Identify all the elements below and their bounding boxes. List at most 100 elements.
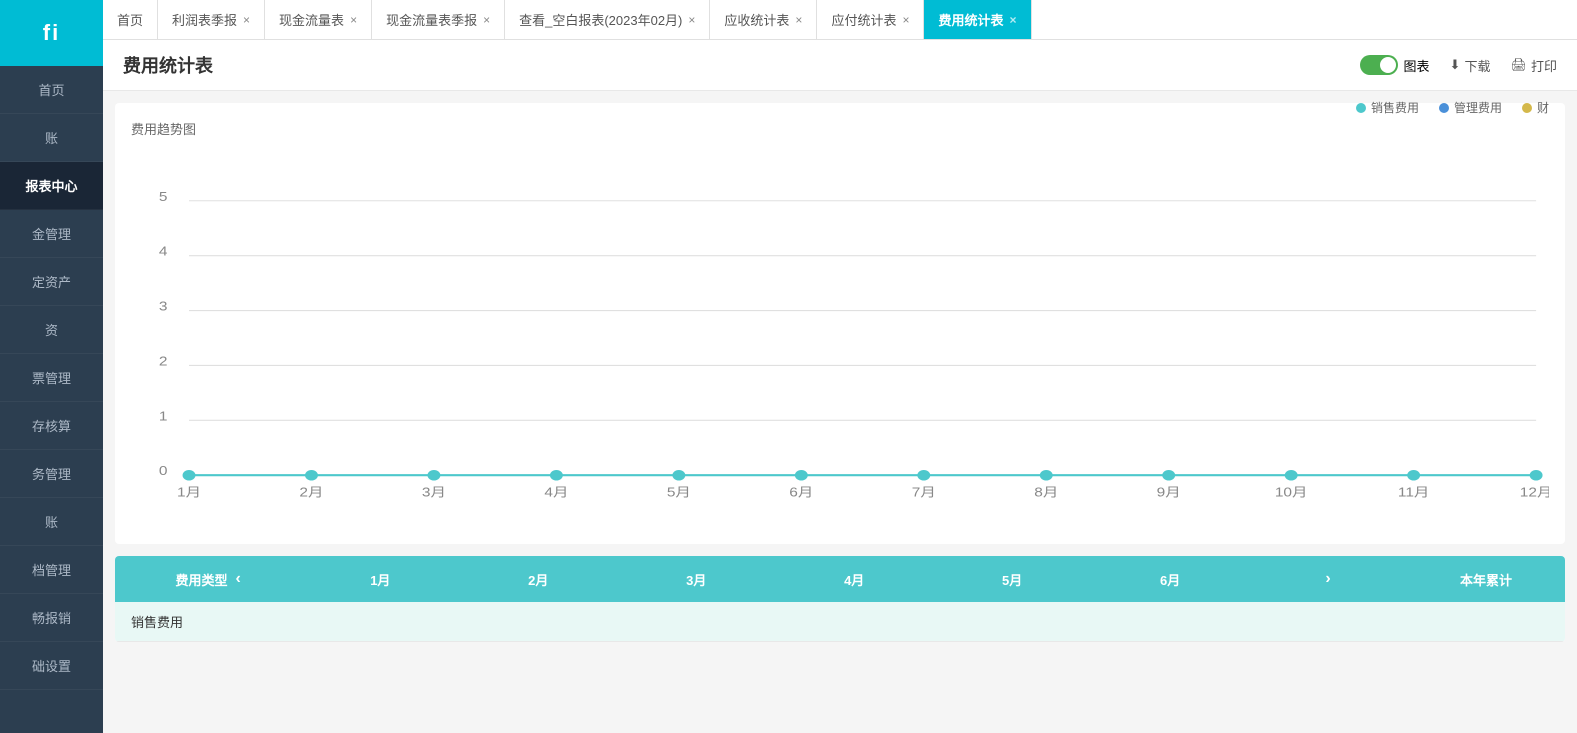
sidebar-item-settings[interactable]: 础设置 — [0, 642, 103, 690]
content-area: 费用统计表 图表 ⬇ 下载 🖨 打印 费用趋势图 — [103, 40, 1577, 733]
svg-text:7月: 7月 — [912, 485, 936, 499]
tab-home[interactable]: 首页 — [103, 0, 158, 40]
chart-legend: 销售费用 管理费用 财 — [1356, 99, 1549, 116]
tab-profit-quarterly[interactable]: 利润表季报 × — [158, 0, 265, 40]
td-sales-type: 销售费用 — [115, 612, 308, 631]
sidebar-item-sales[interactable]: 畅报销 — [0, 594, 103, 642]
tab-receivable-label: 应收统计表 — [724, 10, 789, 29]
sidebar-item-capital[interactable]: 资 — [0, 306, 103, 354]
th-nav-next[interactable]: › — [1249, 570, 1407, 588]
tab-cashflow-label: 现金流量表 — [279, 10, 344, 29]
legend-finance-dot — [1522, 103, 1532, 113]
tab-home-label: 首页 — [117, 10, 143, 29]
tab-view-blank-close[interactable]: × — [688, 13, 695, 27]
sidebar-item-archive-mgmt[interactable]: 档管理 — [0, 546, 103, 594]
tab-receivable-close[interactable]: × — [795, 13, 802, 27]
tab-expense[interactable]: 费用统计表 × — [924, 0, 1031, 40]
tab-cashflow-quarterly-label: 现金流量表季报 — [386, 10, 477, 29]
tab-expense-label: 费用统计表 — [938, 10, 1003, 29]
sidebar-item-report-center[interactable]: 报表中心 — [0, 162, 103, 210]
print-label: 打印 — [1531, 56, 1557, 75]
th-nav-prev[interactable]: ‹ — [236, 570, 241, 588]
nav-next-arrow[interactable]: › — [1325, 570, 1330, 587]
legend-mgmt-label: 管理费用 — [1454, 99, 1502, 116]
tab-cashflow-close[interactable]: × — [350, 13, 357, 27]
line-chart-svg: 0 1 2 3 4 5 — [131, 148, 1549, 528]
tab-cashflow-quarterly-close[interactable]: × — [483, 13, 490, 27]
tab-payable-close[interactable]: × — [902, 13, 909, 27]
legend-finance-label: 财 — [1537, 99, 1549, 116]
page-header: 费用统计表 图表 ⬇ 下载 🖨 打印 — [103, 40, 1577, 91]
svg-text:1月: 1月 — [177, 485, 201, 499]
th-month-6: 6月 — [1091, 570, 1249, 589]
tab-payable[interactable]: 应付统计表 × — [817, 0, 924, 40]
svg-text:3: 3 — [159, 299, 168, 313]
chart-title: 费用趋势图 — [131, 119, 196, 138]
tab-view-blank-label: 查看_空白报表(2023年02月) — [519, 10, 682, 29]
th-month-5: 5月 — [933, 570, 1091, 589]
th-month-1: 1月 — [301, 570, 459, 589]
sidebar-item-service-mgmt[interactable]: 务管理 — [0, 450, 103, 498]
svg-text:12月: 12月 — [1520, 485, 1549, 499]
tab-expense-close[interactable]: × — [1009, 13, 1016, 27]
table-header: 费用类型 ‹ 1月 2月 3月 4月 5月 6月 › 本年累计 — [115, 556, 1565, 602]
tab-profit-quarterly-close[interactable]: × — [243, 13, 250, 27]
legend-sales-dot — [1356, 103, 1366, 113]
svg-text:10月: 10月 — [1275, 485, 1308, 499]
svg-text:9月: 9月 — [1157, 485, 1181, 499]
svg-text:5月: 5月 — [667, 485, 691, 499]
th-type-label: 费用类型 — [176, 570, 228, 589]
legend-mgmt-expense: 管理费用 — [1439, 99, 1502, 116]
main-content: 首页 利润表季报 × 现金流量表 × 现金流量表季报 × 查看_空白报表(202… — [103, 0, 1577, 733]
print-button[interactable]: 🖨 打印 — [1510, 56, 1557, 75]
legend-mgmt-dot — [1439, 103, 1449, 113]
chart-toggle-wrap: 图表 — [1360, 55, 1430, 75]
download-icon: ⬇ — [1450, 57, 1461, 73]
tabs-bar: 首页 利润表季报 × 现金流量表 × 现金流量表季报 × 查看_空白报表(202… — [103, 0, 1577, 40]
table-row-sales: 销售费用 — [115, 602, 1565, 642]
th-ytd: 本年累计 — [1407, 570, 1565, 589]
svg-text:2: 2 — [159, 354, 168, 368]
svg-text:11月: 11月 — [1398, 485, 1430, 499]
th-month-4: 4月 — [775, 570, 933, 589]
download-button[interactable]: ⬇ 下载 — [1450, 56, 1491, 75]
svg-text:1: 1 — [159, 409, 168, 423]
sidebar-logo: fi — [0, 0, 103, 66]
chart-toggle-label: 图表 — [1404, 56, 1430, 75]
svg-text:0: 0 — [159, 464, 168, 478]
svg-text:4月: 4月 — [544, 485, 568, 499]
header-actions: 图表 ⬇ 下载 🖨 打印 — [1360, 55, 1557, 75]
tab-view-blank[interactable]: 查看_空白报表(2023年02月) × — [505, 0, 710, 40]
th-month-3: 3月 — [617, 570, 775, 589]
sidebar-item-fixed-assets[interactable]: 定资产 — [0, 258, 103, 306]
download-label: 下载 — [1464, 56, 1490, 75]
sidebar-item-accounts[interactable]: 账 — [0, 498, 103, 546]
chart-section: 费用趋势图 销售费用 管理费用 财 — [115, 103, 1565, 544]
sidebar-item-ledger[interactable]: 账 — [0, 114, 103, 162]
chart-toggle[interactable] — [1360, 55, 1398, 75]
svg-text:5: 5 — [159, 189, 168, 203]
svg-text:3月: 3月 — [422, 485, 446, 499]
svg-text:2月: 2月 — [299, 485, 323, 499]
tab-cashflow[interactable]: 现金流量表 × — [265, 0, 372, 40]
svg-text:4: 4 — [159, 244, 168, 258]
tab-receivable[interactable]: 应收统计表 × — [710, 0, 817, 40]
sidebar-item-invoice-mgmt[interactable]: 票管理 — [0, 354, 103, 402]
table-section: 费用类型 ‹ 1月 2月 3月 4月 5月 6月 › 本年累计 销售费用 — [115, 556, 1565, 642]
tab-cashflow-quarterly[interactable]: 现金流量表季报 × — [372, 0, 505, 40]
th-month-2: 2月 — [459, 570, 617, 589]
sidebar-item-inventory[interactable]: 存核算 — [0, 402, 103, 450]
sidebar-item-home[interactable]: 首页 — [0, 66, 103, 114]
svg-text:6月: 6月 — [789, 485, 813, 499]
tab-payable-label: 应付统计表 — [831, 10, 896, 29]
print-icon: 🖨 — [1510, 57, 1527, 73]
page-title: 费用统计表 — [123, 52, 213, 78]
th-type: 费用类型 ‹ — [115, 570, 301, 589]
legend-finance-expense: 财 — [1522, 99, 1549, 116]
tab-profit-quarterly-label: 利润表季报 — [172, 10, 237, 29]
svg-text:8月: 8月 — [1034, 485, 1058, 499]
sidebar-item-fund-mgmt[interactable]: 金管理 — [0, 210, 103, 258]
sidebar: fi 首页 账 报表中心 金管理 定资产 资 票管理 存核算 务管理 账 档管理… — [0, 0, 103, 733]
legend-sales-label: 销售费用 — [1371, 99, 1419, 116]
chart-container: 0 1 2 3 4 5 — [131, 148, 1549, 528]
